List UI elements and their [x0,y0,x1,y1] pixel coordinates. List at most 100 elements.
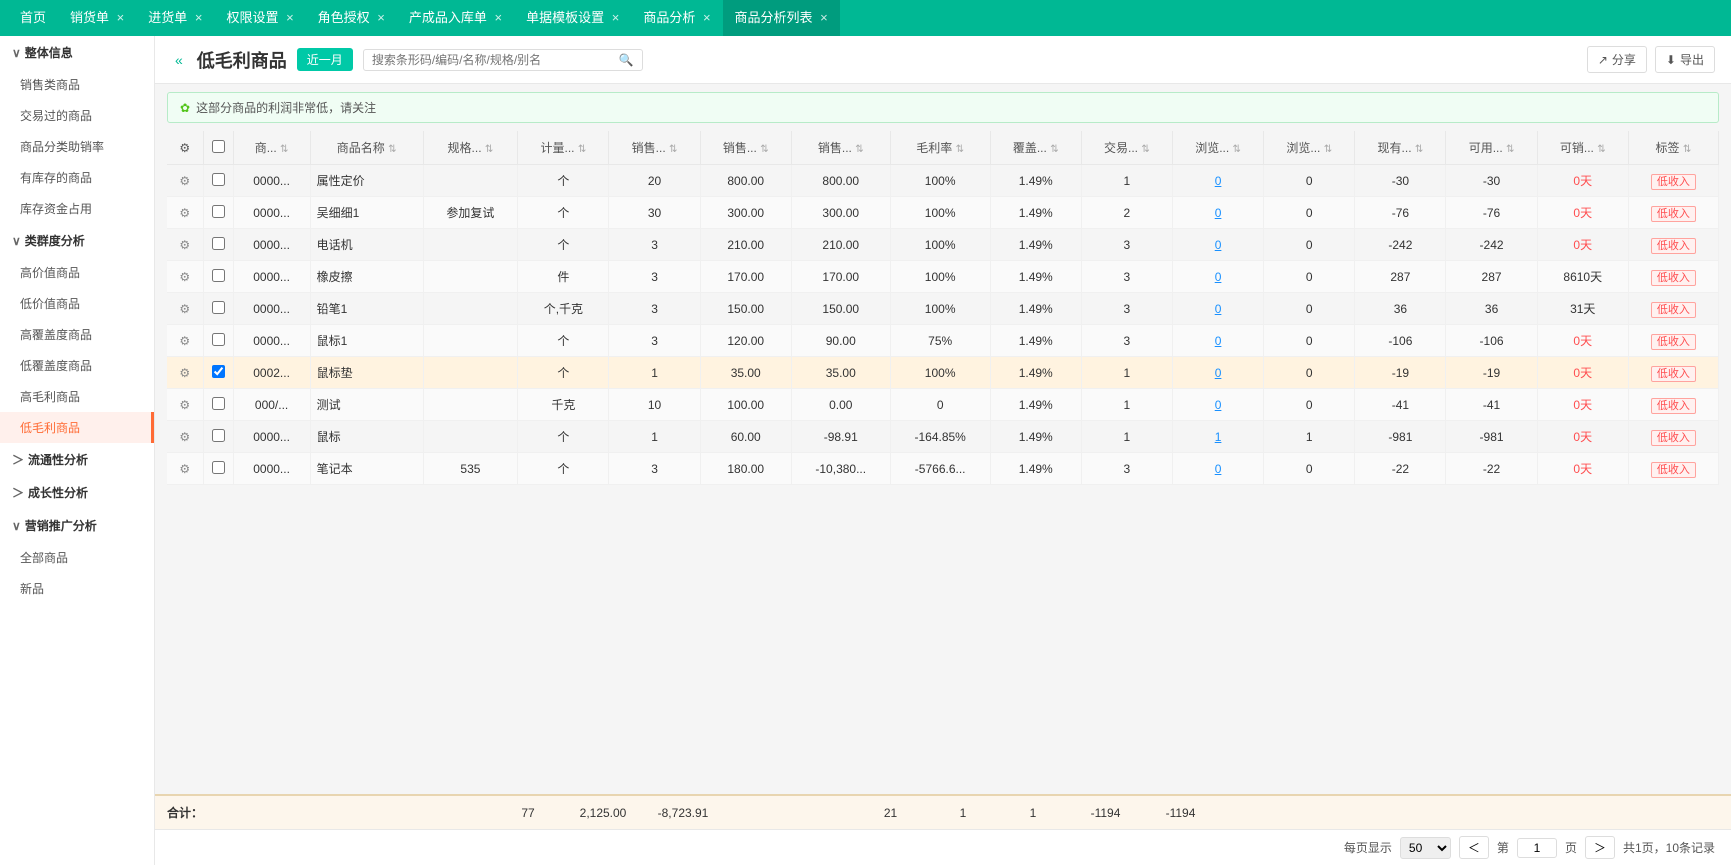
col-sales-qty[interactable]: 销售... ⇅ [609,131,700,165]
sidebar-item-low-coverage[interactable]: 低覆盖度商品 [0,350,154,381]
sidebar-group-marketing[interactable]: ∨ 营销推广分析 [0,509,154,542]
row-checkbox-8[interactable] [212,397,225,410]
sidebar-group-cluster[interactable]: ∨ 类群度分析 [0,224,154,257]
col-tag[interactable]: 标签 ⇅ [1628,131,1718,165]
row-settings-2[interactable]: ⚙ [167,197,203,229]
row-checkbox-7[interactable] [212,365,225,378]
row-check-5[interactable] [203,293,233,325]
sidebar-item-sales-goods[interactable]: 销售类商品 [0,69,154,100]
nav-goods-analysis-list-close[interactable]: × [820,10,828,25]
row-check-8[interactable] [203,389,233,421]
nav-permission[interactable]: 权限设置 × [214,0,305,36]
next-page-button[interactable]: ＞ [1585,836,1615,859]
col-unit[interactable]: 计量... ⇅ [518,131,609,165]
row-check-9[interactable] [203,421,233,453]
nav-permission-close[interactable]: × [286,10,294,25]
sidebar-item-high-coverage[interactable]: 高覆盖度商品 [0,319,154,350]
row-view1-9[interactable]: 1 [1172,421,1263,453]
row-view1-1[interactable]: 0 [1172,165,1263,197]
nav-home[interactable]: 首页 [8,0,58,36]
col-coverage[interactable]: 覆盖... ⇅ [990,131,1081,165]
row-check-1[interactable] [203,165,233,197]
sidebar-item-high-value[interactable]: 高价值商品 [0,257,154,288]
share-button[interactable]: ↗ 分享 [1587,46,1647,73]
sidebar-collapse-button[interactable]: « [171,52,187,68]
row-checkbox-6[interactable] [212,333,225,346]
nav-goods-analysis[interactable]: 商品分析 × [631,0,722,36]
sidebar-item-category-rate[interactable]: 商品分类助销率 [0,131,154,162]
nav-sales-close[interactable]: × [117,10,125,25]
sidebar-item-stock-capital[interactable]: 库存资金占用 [0,193,154,224]
nav-sales[interactable]: 销货单 × [58,0,136,36]
sidebar-item-traded-goods[interactable]: 交易过的商品 [0,100,154,131]
nav-role[interactable]: 角色授权 × [306,0,397,36]
sidebar-item-high-margin[interactable]: 高毛利商品 [0,381,154,412]
row-view1-4[interactable]: 0 [1172,261,1263,293]
col-current-stock[interactable]: 现有... ⇅ [1355,131,1446,165]
col-available[interactable]: 可用... ⇅ [1446,131,1537,165]
col-sales-price[interactable]: 销售... ⇅ [700,131,791,165]
row-checkbox-4[interactable] [212,269,225,282]
row-settings-6[interactable]: ⚙ [167,325,203,357]
col-settings[interactable]: ⚙ [167,131,203,165]
col-view1[interactable]: 浏览... ⇅ [1172,131,1263,165]
row-view1-2[interactable]: 0 [1172,197,1263,229]
row-view1-6[interactable]: 0 [1172,325,1263,357]
col-sales-amount[interactable]: 销售... ⇅ [791,131,890,165]
nav-goods-analysis-list[interactable]: 商品分析列表 × [723,0,840,36]
col-code[interactable]: 商... ⇅ [233,131,310,165]
nav-product-stock[interactable]: 产成品入库单 × [397,0,514,36]
col-name[interactable]: 商品名称 ⇅ [310,131,423,165]
search-icon[interactable]: 🔍 [619,53,634,67]
nav-template-close[interactable]: × [612,10,620,25]
row-check-6[interactable] [203,325,233,357]
sidebar-group-circulation[interactable]: ＞ 流通性分析 [0,443,154,476]
row-checkbox-5[interactable] [212,301,225,314]
col-transaction[interactable]: 交易... ⇅ [1081,131,1172,165]
prev-page-button[interactable]: ＜ [1459,836,1489,859]
sidebar-item-low-value[interactable]: 低价值商品 [0,288,154,319]
row-check-3[interactable] [203,229,233,261]
row-check-2[interactable] [203,197,233,229]
row-checkbox-1[interactable] [212,173,225,186]
row-settings-10[interactable]: ⚙ [167,453,203,485]
col-sellable[interactable]: 可销... ⇅ [1537,131,1628,165]
nav-goods-analysis-close[interactable]: × [703,10,711,25]
nav-role-close[interactable]: × [377,10,385,25]
row-settings-4[interactable]: ⚙ [167,261,203,293]
row-settings-9[interactable]: ⚙ [167,421,203,453]
page-number-input[interactable] [1517,838,1557,858]
col-checkbox[interactable] [203,131,233,165]
row-settings-8[interactable]: ⚙ [167,389,203,421]
col-gross-margin[interactable]: 毛利率 ⇅ [890,131,990,165]
export-button[interactable]: ⬇ 导出 [1655,46,1715,73]
sidebar-item-low-margin[interactable]: 低毛利商品 [0,412,154,443]
col-spec[interactable]: 规格... ⇅ [423,131,518,165]
page-size-select[interactable]: 50 20 100 [1400,837,1451,859]
row-checkbox-3[interactable] [212,237,225,250]
nav-purchase-close[interactable]: × [195,10,203,25]
row-checkbox-9[interactable] [212,429,225,442]
row-settings-7[interactable]: ⚙ [167,357,203,389]
row-checkbox-2[interactable] [212,205,225,218]
nav-product-stock-close[interactable]: × [495,10,503,25]
row-view1-3[interactable]: 0 [1172,229,1263,261]
sidebar-item-all-goods[interactable]: 全部商品 [0,542,154,573]
row-settings-5[interactable]: ⚙ [167,293,203,325]
row-view1-8[interactable]: 0 [1172,389,1263,421]
row-settings-1[interactable]: ⚙ [167,165,203,197]
sidebar-group-growth[interactable]: ＞ 成长性分析 [0,476,154,509]
nav-purchase[interactable]: 进货单 × [136,0,214,36]
row-view1-7[interactable]: 0 [1172,357,1263,389]
row-check-4[interactable] [203,261,233,293]
search-input[interactable] [372,53,619,67]
filter-button[interactable]: 近一月 [297,48,353,71]
col-view2[interactable]: 浏览... ⇅ [1264,131,1355,165]
sidebar-item-in-stock[interactable]: 有库存的商品 [0,162,154,193]
row-check-10[interactable] [203,453,233,485]
sidebar-item-new-goods[interactable]: 新品 [0,573,154,604]
select-all-checkbox[interactable] [212,140,225,153]
row-settings-3[interactable]: ⚙ [167,229,203,261]
row-checkbox-10[interactable] [212,461,225,474]
row-view1-5[interactable]: 0 [1172,293,1263,325]
